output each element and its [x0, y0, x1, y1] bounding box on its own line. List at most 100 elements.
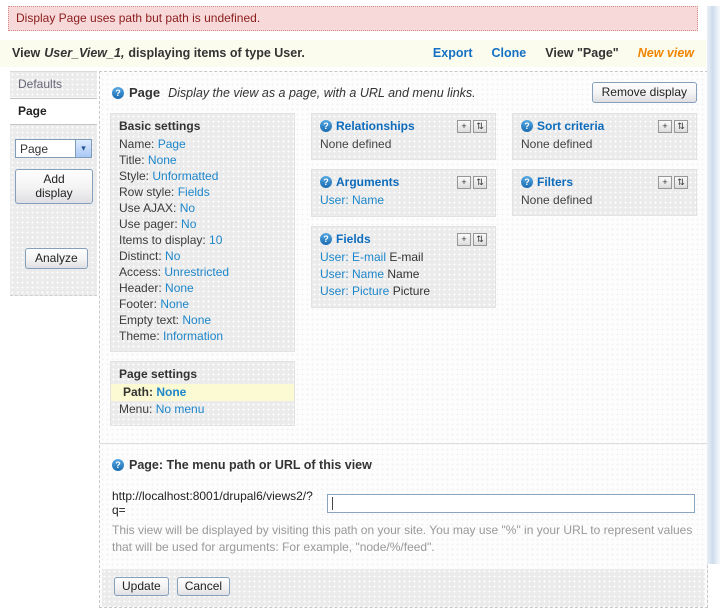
view-summary: View User_View_1, displaying items of type… [12, 46, 309, 60]
relationships-title-link[interactable]: Relationships [336, 119, 415, 133]
sort-criteria-title-link[interactable]: Sort criteria [537, 119, 604, 133]
view-titlebar: View User_View_1, displaying items of type… [0, 40, 706, 67]
sidebar-widgets: Page ▾ Add display Analyze [10, 125, 97, 296]
content-row: Defaults Page Page ▾ Add display Analyze… [0, 67, 708, 608]
setting-value-link[interactable]: 10 [209, 233, 222, 247]
help-icon[interactable]: ? [112, 86, 124, 99]
add-icon[interactable]: + [457, 232, 471, 246]
sort-criteria-box: ? Sort criteria + ⇅ None defined [512, 113, 697, 160]
rearrange-icon[interactable]: ⇅ [473, 119, 487, 133]
field-item-link[interactable]: User: E-mail [320, 250, 386, 264]
menu-value-link[interactable]: No menu [156, 402, 205, 416]
help-icon[interactable]: ? [320, 120, 332, 132]
path-label: Path: [123, 385, 153, 399]
help-icon[interactable]: ? [320, 233, 332, 245]
page-settings-title: Page settings [119, 367, 198, 381]
path-value-link[interactable]: None [156, 385, 186, 399]
argument-item-link[interactable]: User: Name [320, 193, 384, 207]
path-input[interactable] [327, 493, 695, 513]
setting-value-link[interactable]: None [160, 297, 189, 311]
add-icon[interactable]: + [457, 119, 471, 133]
setting-row: Distinct: No [119, 248, 286, 264]
window-edge [707, 6, 720, 564]
setting-row: Empty text: None [119, 312, 286, 328]
url-row: http://localhost:8001/drupal6/views2/?q= [112, 489, 695, 517]
setting-value-link[interactable]: Information [163, 329, 223, 343]
filters-title-link[interactable]: Filters [537, 175, 573, 189]
tab-defaults[interactable]: Defaults [10, 71, 97, 98]
add-display-button[interactable]: Add display [15, 169, 93, 204]
column-right: ? Sort criteria + ⇅ None defined ? Filte… [512, 113, 697, 225]
add-icon[interactable]: + [457, 175, 471, 189]
setting-label: Empty text: [119, 313, 180, 327]
setting-label: Theme: [119, 329, 160, 343]
cancel-button[interactable]: Cancel [176, 577, 231, 596]
rearrange-icon[interactable]: ⇅ [674, 119, 688, 133]
fields-title-link[interactable]: Fields [336, 232, 371, 246]
field-item-label: E-mail [389, 250, 424, 264]
views-admin-page: Display Page uses path but path is undef… [0, 6, 708, 608]
display-header: ? Page Display the view as a page, with … [112, 82, 697, 103]
chevron-down-icon: ▾ [75, 140, 91, 157]
help-icon[interactable]: ? [521, 120, 533, 132]
setting-row: Use pager: No [119, 216, 286, 232]
clone-link[interactable]: Clone [492, 46, 527, 60]
relationships-empty: None defined [320, 137, 392, 151]
sort-criteria-empty: None defined [521, 137, 593, 151]
rearrange-icon[interactable]: ⇅ [674, 175, 688, 189]
column-middle: ? Relationships + ⇅ None defined ? Argum… [311, 113, 496, 317]
new-view-link[interactable]: New view [638, 46, 694, 60]
help-icon[interactable]: ? [112, 459, 124, 471]
setting-value-link[interactable]: None [165, 281, 194, 295]
path-form-heading: ? Page: The menu path or URL of this vie… [112, 458, 695, 472]
argument-item: User: Name [320, 192, 487, 209]
basic-settings-title: Basic settings [119, 119, 201, 133]
path-form: ? Page: The menu path or URL of this vie… [102, 444, 705, 607]
setting-label: Row style: [119, 185, 175, 199]
add-icon[interactable]: + [658, 175, 672, 189]
rearrange-icon[interactable]: ⇅ [473, 232, 487, 246]
field-item-link[interactable]: User: Picture [320, 284, 389, 298]
setting-value-link[interactable]: Unrestricted [164, 265, 229, 279]
setting-value-link[interactable]: Fields [178, 185, 210, 199]
setting-label: Style: [119, 169, 150, 183]
view-actions: Export Clone View "Page" New view [433, 46, 694, 60]
rearrange-icon[interactable]: ⇅ [473, 175, 487, 189]
setting-row: Title: None [119, 152, 286, 168]
setting-value-link[interactable]: Unformatted [152, 169, 218, 183]
setting-value-link[interactable]: No [181, 217, 196, 231]
setting-row: Footer: None [119, 296, 286, 312]
setting-label: Title: [119, 153, 145, 167]
setting-label: Items to display: [119, 233, 206, 247]
analyze-button[interactable]: Analyze [25, 248, 88, 269]
remove-display-button[interactable]: Remove display [591, 82, 697, 103]
arguments-box: ? Arguments + ⇅ User: Name [311, 169, 496, 217]
url-prefix: http://localhost:8001/drupal6/views2/?q= [112, 489, 313, 517]
setting-value-link[interactable]: No [180, 201, 195, 215]
tab-page[interactable]: Page [10, 98, 97, 125]
view-name: User_View_1, [44, 46, 125, 60]
help-icon[interactable]: ? [320, 176, 332, 188]
add-icon[interactable]: + [658, 119, 672, 133]
display-description: Display the view as a page, with a URL a… [168, 85, 476, 100]
setting-label: Name: [119, 137, 155, 151]
error-message-text: Display Page uses path but path is undef… [16, 11, 261, 25]
setting-value-link[interactable]: Page [158, 137, 186, 151]
setting-value-link[interactable]: No [165, 249, 180, 263]
export-link[interactable]: Export [433, 46, 473, 60]
setting-value-link[interactable]: None [148, 153, 177, 167]
help-icon[interactable]: ? [521, 176, 533, 188]
setting-value-link[interactable]: None [182, 313, 211, 327]
display-type-select[interactable]: Page ▾ [15, 139, 92, 158]
field-item-link[interactable]: User: Name [320, 267, 384, 281]
path-help-text: This view will be displayed by visiting … [112, 523, 693, 554]
relationships-box: ? Relationships + ⇅ None defined [311, 113, 496, 160]
column-settings: Basic settings Name: Page Title: None St… [110, 113, 295, 435]
update-button[interactable]: Update [114, 577, 169, 596]
view-page-link[interactable]: View "Page" [545, 46, 618, 60]
arguments-title-link[interactable]: Arguments [336, 175, 399, 189]
setting-label: Footer: [119, 297, 158, 311]
view-summary-prefix: View [12, 46, 41, 60]
fields-header: ? Fields + ⇅ [320, 232, 487, 246]
error-message: Display Page uses path but path is undef… [8, 6, 698, 31]
